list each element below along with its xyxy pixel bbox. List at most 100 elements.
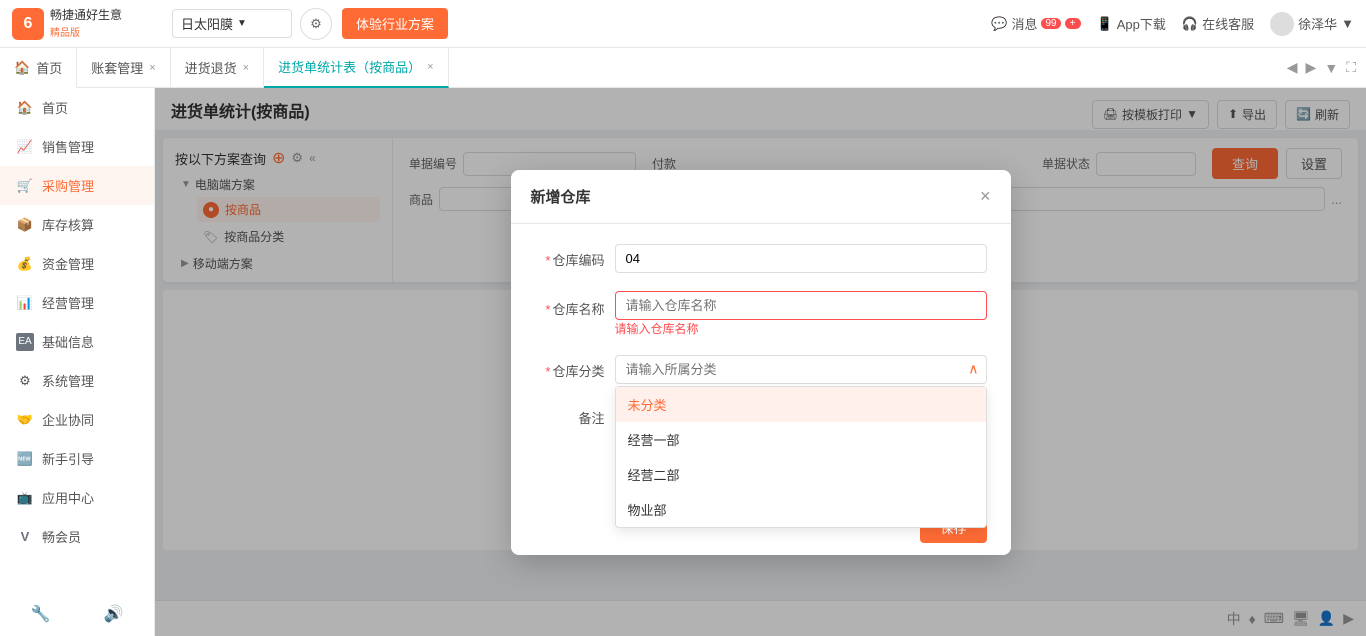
logo-area: 6 畅捷通好生意 精品版 — [12, 8, 162, 40]
sidebar-item-collab[interactable]: 🤝 企业协同 — [0, 400, 154, 439]
system-icon: ⚙ — [16, 372, 34, 390]
category-option-dept2[interactable]: 经营二部 — [616, 457, 986, 492]
app-download-group[interactable]: 📱 App下载 — [1097, 14, 1166, 33]
category-dropdown: 未分类 经营一部 经营二部 物业部 — [615, 386, 987, 528]
name-error-msg: 请输入仓库名称 — [615, 322, 699, 336]
tab-purchase-return-label: 进货退货 — [185, 58, 237, 77]
sidebar-sales-label: 销售管理 — [42, 137, 94, 156]
dialog-header: 新增仓库 × — [511, 170, 1011, 224]
tab-controls: ◀ ▶ ▼ ⛶ — [1277, 59, 1366, 76]
headset-icon: 🎧 — [1182, 16, 1198, 32]
message-label: 消息 — [1011, 14, 1037, 33]
sidebar-purchase-label: 采购管理 — [42, 176, 94, 195]
brand-subtitle: 精品版 — [50, 24, 122, 39]
trial-button[interactable]: 体验行业方案 — [342, 8, 448, 39]
dialog-close-button[interactable]: × — [980, 186, 991, 207]
tab-purchase-return[interactable]: 进货退货 × — [171, 48, 264, 88]
app-center-icon: 📺 — [16, 489, 34, 507]
guide-icon: 🆕 — [16, 450, 34, 468]
home-icon: 🏠 — [14, 60, 30, 76]
settings-button[interactable]: ⚙ — [300, 8, 332, 40]
sidebar-base-info-label: 基础信息 — [42, 332, 94, 351]
message-badge: 99 — [1041, 18, 1060, 29]
sidebar-item-inventory[interactable]: 📦 库存核算 — [0, 205, 154, 244]
tab-next-icon[interactable]: ▶ — [1306, 59, 1317, 76]
category-input-wrap: ∧ 未分类 经营一部 经营二部 物业部 — [615, 355, 987, 384]
code-label: 仓库编码 — [535, 244, 615, 269]
code-form-row: 仓库编码 — [535, 244, 987, 273]
sidebar-guide-label: 新手引导 — [42, 449, 94, 468]
sidebar-collab-label: 企业协同 — [42, 410, 94, 429]
store-selector[interactable]: 日太阳膜 ▼ — [172, 9, 292, 38]
sidebar-member-label: 畅会员 — [42, 527, 81, 546]
sales-icon: 📈 — [16, 138, 34, 156]
user-group[interactable]: 徐泽华 ▼ — [1270, 12, 1354, 36]
category-option-dept1[interactable]: 经营一部 — [616, 422, 986, 457]
sidebar-inventory-label: 库存核算 — [42, 215, 94, 234]
message-icon: 💬 — [991, 16, 1007, 32]
sidebar-item-member[interactable]: V 畅会员 — [0, 517, 154, 556]
user-name: 徐泽华 — [1298, 14, 1337, 33]
tab-accounts[interactable]: 账套管理 × — [77, 48, 170, 88]
tab-prev-icon[interactable]: ◀ — [1287, 59, 1298, 76]
top-header: 6 畅捷通好生意 精品版 日太阳膜 ▼ ⚙ 体验行业方案 💬 消息 99 📱 A… — [0, 0, 1366, 48]
sidebar-home-label: 首页 — [42, 98, 68, 117]
base-info-icon: EA — [16, 333, 34, 351]
user-avatar — [1270, 12, 1294, 36]
online-service-label: 在线客服 — [1202, 14, 1254, 33]
content-area: 进货单统计(按商品) 🖨 按模板打印 ▼ ⬆ 导出 🔄 刷新 — [155, 88, 1366, 636]
tab-accounts-close[interactable]: × — [149, 62, 155, 74]
name-form-row: 仓库名称 请输入仓库名称 — [535, 291, 987, 337]
tab-bar: 🏠 首页 账套管理 × 进货退货 × 进货单统计表（按商品） × ◀ ▶ ▼ ⛶ — [0, 48, 1366, 88]
tab-home-label: 首页 — [36, 58, 62, 77]
modal-overlay: 新增仓库 × 仓库编码 仓库名称 — [155, 88, 1366, 636]
tab-home[interactable]: 🏠 首页 — [0, 48, 77, 88]
purchase-icon: 🛒 — [16, 177, 34, 195]
category-toggle-icon[interactable]: ∧ — [968, 361, 978, 378]
main-layout: 🏠 首页 📈 销售管理 🛒 采购管理 📦 库存核算 💰 资金管理 📊 经营管理 … — [0, 88, 1366, 636]
app-logo: 6 — [12, 8, 44, 40]
tab-purchase-stats-close[interactable]: × — [427, 61, 433, 73]
category-option-property[interactable]: 物业部 — [616, 492, 986, 527]
brand-name: 畅捷通好生意 — [50, 8, 122, 24]
category-form-row: 仓库分类 ∧ 未分类 经营一部 经营二部 物业部 — [535, 355, 987, 384]
sidebar: 🏠 首页 📈 销售管理 🛒 采购管理 📦 库存核算 💰 资金管理 📊 经营管理 … — [0, 88, 155, 636]
tab-accounts-label: 账套管理 — [91, 58, 143, 77]
sidebar-app-center-label: 应用中心 — [42, 488, 94, 507]
tab-fullscreen-icon[interactable]: ⛶ — [1346, 59, 1356, 76]
sidebar-system-label: 系统管理 — [42, 371, 94, 390]
category-input[interactable] — [615, 355, 987, 384]
collab-icon: 🤝 — [16, 411, 34, 429]
user-chevron-icon: ▼ — [1341, 16, 1354, 31]
tab-menu-icon[interactable]: ▼ — [1324, 60, 1338, 76]
sidebar-item-finance[interactable]: 💰 资金管理 — [0, 244, 154, 283]
new-warehouse-dialog: 新增仓库 × 仓库编码 仓库名称 — [511, 170, 1011, 555]
online-service-group[interactable]: 🎧 在线客服 — [1182, 14, 1254, 33]
inventory-icon: 📦 — [16, 216, 34, 234]
store-name: 日太阳膜 — [181, 14, 233, 33]
sidebar-bottom-icon1[interactable]: 🔧 — [31, 604, 51, 624]
sidebar-item-purchase[interactable]: 🛒 采购管理 — [0, 166, 154, 205]
header-right: 💬 消息 99 📱 App下载 🎧 在线客服 徐泽华 ▼ — [991, 12, 1354, 36]
message-group[interactable]: 💬 消息 99 — [991, 14, 1080, 33]
sidebar-bottom-icon2[interactable]: 🔊 — [104, 604, 124, 624]
sidebar-item-app-center[interactable]: 📺 应用中心 — [0, 478, 154, 517]
message-badge-plus — [1065, 18, 1081, 29]
finance-icon: 💰 — [16, 255, 34, 273]
sidebar-finance-label: 资金管理 — [42, 254, 94, 273]
code-input[interactable] — [615, 244, 987, 273]
sidebar-item-system[interactable]: ⚙ 系统管理 — [0, 361, 154, 400]
sidebar-operations-label: 经营管理 — [42, 293, 94, 312]
tab-purchase-stats[interactable]: 进货单统计表（按商品） × — [264, 48, 448, 88]
category-option-unclassified[interactable]: 未分类 — [616, 387, 986, 422]
home-nav-icon: 🏠 — [16, 99, 34, 117]
sidebar-item-guide[interactable]: 🆕 新手引导 — [0, 439, 154, 478]
name-input[interactable] — [615, 291, 987, 320]
sidebar-item-home[interactable]: 🏠 首页 — [0, 88, 154, 127]
tab-purchase-return-close[interactable]: × — [243, 62, 249, 74]
sidebar-item-base-info[interactable]: EA 基础信息 — [0, 322, 154, 361]
sidebar-item-sales[interactable]: 📈 销售管理 — [0, 127, 154, 166]
name-error-container: 请输入仓库名称 — [615, 320, 987, 337]
sidebar-item-operations[interactable]: 📊 经营管理 — [0, 283, 154, 322]
operations-icon: 📊 — [16, 294, 34, 312]
